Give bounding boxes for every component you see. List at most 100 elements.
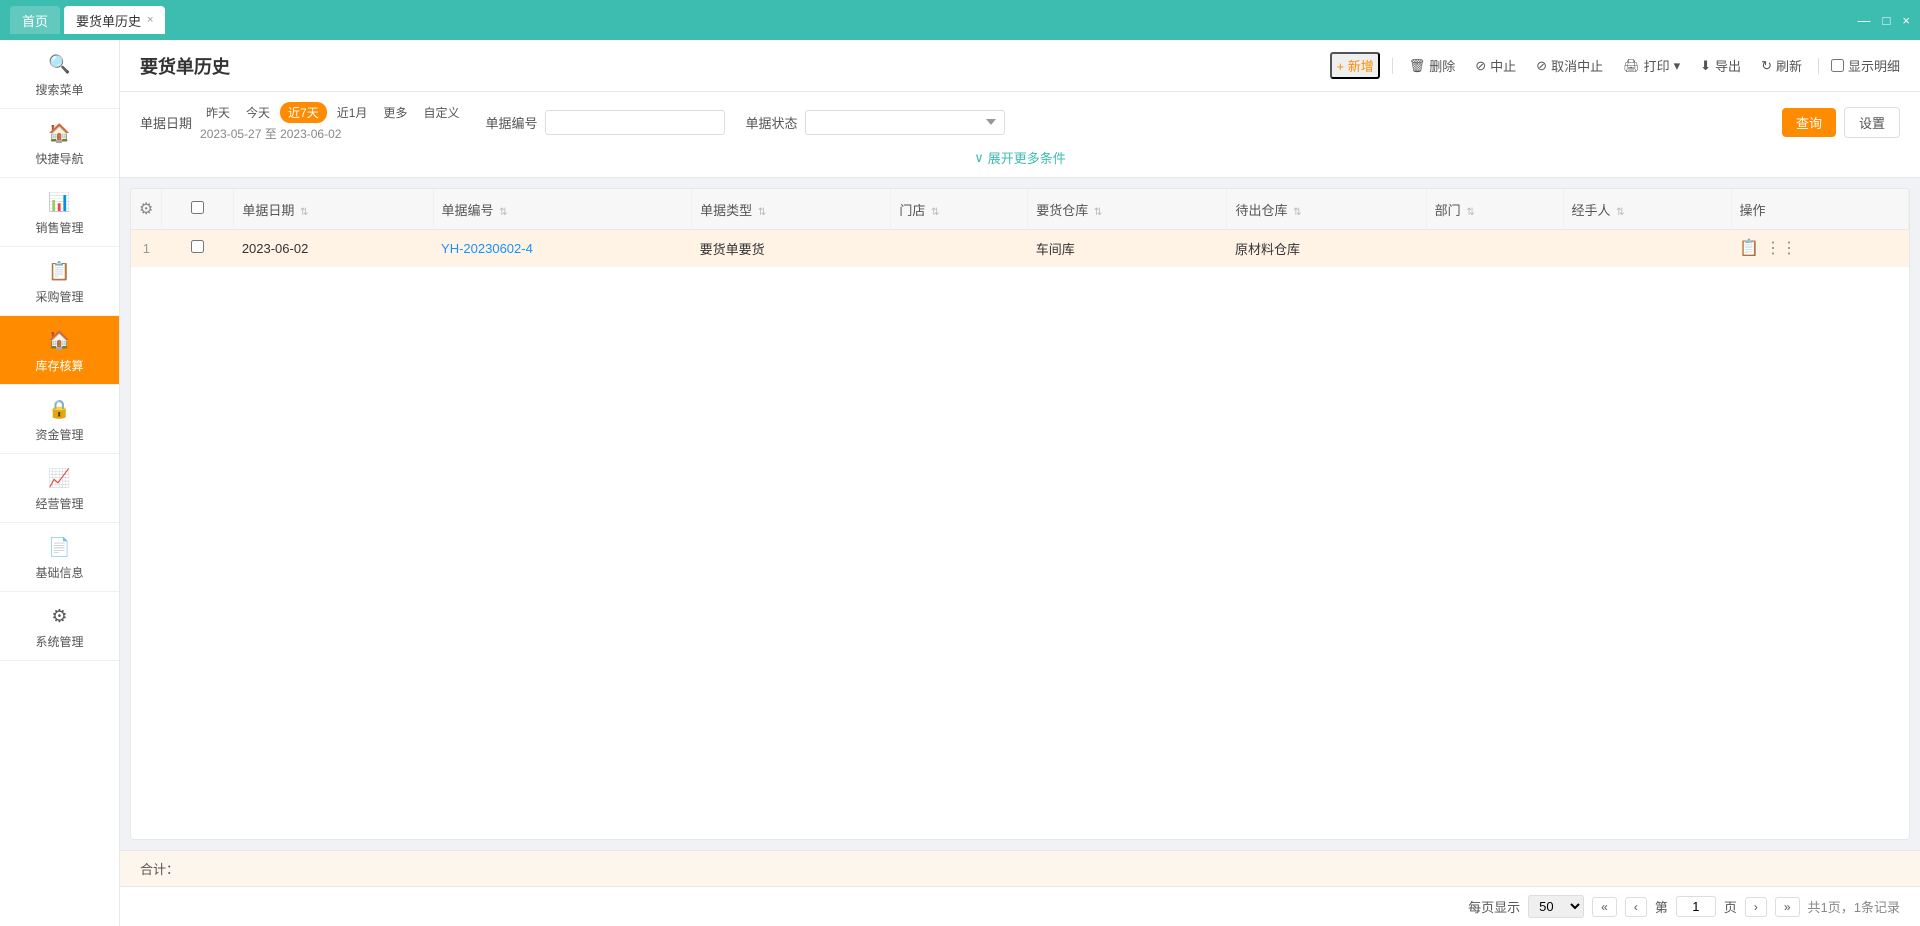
tab-active[interactable]: 要货单历史 × bbox=[64, 6, 165, 34]
cancel-stop-label: 取消中止 bbox=[1551, 56, 1603, 75]
col-handler: 经手人 ⇅ bbox=[1563, 189, 1731, 230]
sidebar-item-search[interactable]: 🔍 搜索菜单 bbox=[0, 40, 119, 109]
per-page-select[interactable]: 20 50 100 200 bbox=[1528, 895, 1584, 918]
stop-button[interactable]: ⊘ 中止 bbox=[1471, 54, 1520, 77]
delete-button[interactable]: 🗑 删除 bbox=[1405, 54, 1460, 77]
row-doc-no[interactable]: YH-20230602-4 bbox=[433, 230, 692, 267]
main-layout: 🔍 搜索菜单 🏠 快捷导航 📊 销售管理 📋 采购管理 🏠 库存核算 🔒 资金管… bbox=[0, 40, 1920, 926]
add-button[interactable]: + 新增 bbox=[1330, 52, 1379, 79]
col-settings[interactable]: ⚙ bbox=[131, 189, 162, 230]
col-checkbox[interactable] bbox=[162, 189, 234, 230]
settings-button[interactable]: 设置 bbox=[1844, 107, 1900, 138]
refresh-label: 刷新 bbox=[1776, 56, 1802, 75]
col-dept-label: 部门 bbox=[1435, 203, 1461, 218]
page-num-input[interactable] bbox=[1676, 896, 1716, 917]
sidebar-item-operation[interactable]: 📈 经营管理 bbox=[0, 454, 119, 523]
total-info: 共1页，1条记录 bbox=[1808, 897, 1900, 916]
filter-row: 单据日期 昨天 今天 近7天 近1月 更多 自定义 2023-05-27 至 2… bbox=[140, 102, 1900, 142]
purchase-icon: 📋 bbox=[48, 261, 70, 282]
print-icon: 🖨 bbox=[1623, 58, 1640, 74]
show-detail-input[interactable] bbox=[1831, 59, 1844, 72]
pagination-bar: 每页显示 20 50 100 200 « ‹ 第 页 › » 共1页，1条记录 bbox=[120, 886, 1920, 926]
row-more-icon[interactable]: ⋮⋮ bbox=[1765, 238, 1797, 258]
sort-icon-doc-date: ⇅ bbox=[300, 207, 308, 218]
sidebar-item-system[interactable]: ⚙ 系统管理 bbox=[0, 592, 119, 661]
cancel-stop-button[interactable]: ⊘ 取消中止 bbox=[1532, 54, 1607, 77]
export-icon: ⬇ bbox=[1700, 58, 1711, 74]
date-filter-group: 单据日期 昨天 今天 近7天 近1月 更多 自定义 2023-05-27 至 2… bbox=[140, 102, 465, 142]
next-page-btn[interactable]: › bbox=[1745, 897, 1767, 917]
col-doc-type: 单据类型 ⇅ bbox=[692, 189, 891, 230]
row-doc-type: 要货单要货 bbox=[692, 230, 891, 267]
date-btn-yesterday[interactable]: 昨天 bbox=[200, 102, 236, 123]
delete-icon: 🗑 bbox=[1409, 58, 1426, 74]
tab-close-icon[interactable]: × bbox=[147, 14, 153, 26]
date-btn-more[interactable]: 更多 bbox=[377, 102, 413, 123]
sidebar-item-quick-nav-label: 快捷导航 bbox=[35, 150, 83, 167]
col-store-label: 门店 bbox=[899, 203, 925, 218]
table-header-row: ⚙ 单据日期 ⇅ 单据编号 ⇅ bbox=[131, 189, 1909, 230]
date-btn-7days[interactable]: 近7天 bbox=[280, 102, 327, 123]
query-button[interactable]: 查询 bbox=[1782, 108, 1836, 137]
select-all-checkbox[interactable] bbox=[191, 201, 204, 214]
close-window-icon[interactable]: × bbox=[1902, 13, 1910, 28]
top-bar: 首页 要货单历史 × — □ × bbox=[0, 0, 1920, 40]
action-icons: 📋 ⋮⋮ bbox=[1739, 238, 1900, 258]
sidebar-item-inventory[interactable]: 🏠 库存核算 bbox=[0, 316, 119, 385]
col-doc-type-label: 单据类型 bbox=[700, 203, 752, 218]
row-dept bbox=[1426, 230, 1563, 267]
sort-icon-store: ⇅ bbox=[931, 207, 939, 218]
date-btn-custom[interactable]: 自定义 bbox=[417, 102, 465, 123]
divider-1 bbox=[1392, 58, 1393, 74]
system-icon: ⚙ bbox=[51, 606, 67, 627]
tab-home[interactable]: 首页 bbox=[10, 6, 60, 34]
row-req-warehouse: 车间库 bbox=[1028, 230, 1227, 267]
print-button[interactable]: 🖨 打印 ▾ bbox=[1619, 54, 1684, 77]
export-button[interactable]: ⬇ 导出 bbox=[1696, 54, 1745, 77]
settings-gear-icon[interactable]: ⚙ bbox=[139, 201, 153, 218]
doc-no-filter-group: 单据编号 bbox=[485, 110, 725, 135]
content-area: 要货单历史 + 新增 🗑 删除 ⊘ 中止 ⊘ 取消中止 🖨 打 bbox=[120, 40, 1920, 926]
sidebar-item-sales-label: 销售管理 bbox=[35, 219, 83, 236]
col-pending-warehouse-label: 待出仓库 bbox=[1235, 203, 1287, 218]
sidebar-item-search-label: 搜索菜单 bbox=[35, 81, 83, 98]
inventory-icon: 🏠 bbox=[48, 330, 70, 351]
maximize-icon[interactable]: □ bbox=[1883, 13, 1891, 28]
refresh-button[interactable]: ↻ 刷新 bbox=[1757, 54, 1806, 77]
doc-no-input[interactable] bbox=[545, 110, 725, 135]
print-dropdown-icon: ▾ bbox=[1674, 58, 1681, 74]
stop-icon: ⊘ bbox=[1475, 58, 1486, 74]
expand-more-label: 展开更多条件 bbox=[988, 148, 1066, 167]
row-checkbox-cell[interactable] bbox=[162, 230, 234, 267]
date-filter-label: 单据日期 bbox=[140, 113, 192, 132]
sort-icon-doc-type: ⇅ bbox=[758, 207, 766, 218]
row-edit-icon[interactable]: 📋 bbox=[1739, 238, 1759, 258]
sidebar-item-finance[interactable]: 🔒 资金管理 bbox=[0, 385, 119, 454]
date-range-text: 2023-05-27 至 2023-06-02 bbox=[200, 125, 465, 142]
col-dept: 部门 ⇅ bbox=[1426, 189, 1563, 230]
sidebar-item-sales[interactable]: 📊 销售管理 bbox=[0, 178, 119, 247]
sidebar-item-purchase-label: 采购管理 bbox=[35, 288, 83, 305]
basic-icon: 📄 bbox=[48, 537, 70, 558]
cancel-stop-icon: ⊘ bbox=[1536, 58, 1547, 74]
date-btn-today[interactable]: 今天 bbox=[240, 102, 276, 123]
row-checkbox[interactable] bbox=[191, 240, 204, 253]
sidebar-item-quick-nav[interactable]: 🏠 快捷导航 bbox=[0, 109, 119, 178]
status-label: 单据状态 bbox=[745, 113, 797, 132]
first-page-btn[interactable]: « bbox=[1592, 897, 1617, 917]
sidebar-item-purchase[interactable]: 📋 采购管理 bbox=[0, 247, 119, 316]
tab-active-label: 要货单历史 bbox=[76, 11, 141, 30]
show-detail-checkbox[interactable]: 显示明细 bbox=[1831, 56, 1900, 75]
sidebar-item-finance-label: 资金管理 bbox=[35, 426, 83, 443]
minimize-icon[interactable]: — bbox=[1858, 13, 1871, 28]
prev-page-btn[interactable]: ‹ bbox=[1625, 897, 1647, 917]
search-icon: 🔍 bbox=[48, 54, 70, 75]
row-pending-warehouse: 原材料仓库 bbox=[1227, 230, 1426, 267]
expand-more-btn[interactable]: ∨ 展开更多条件 bbox=[140, 148, 1900, 167]
date-btn-1month[interactable]: 近1月 bbox=[331, 102, 374, 123]
status-select[interactable] bbox=[805, 110, 1005, 135]
sidebar-item-basic-label: 基础信息 bbox=[35, 564, 83, 581]
row-handler bbox=[1563, 230, 1731, 267]
last-page-btn[interactable]: » bbox=[1775, 897, 1800, 917]
sidebar-item-basic[interactable]: 📄 基础信息 bbox=[0, 523, 119, 592]
